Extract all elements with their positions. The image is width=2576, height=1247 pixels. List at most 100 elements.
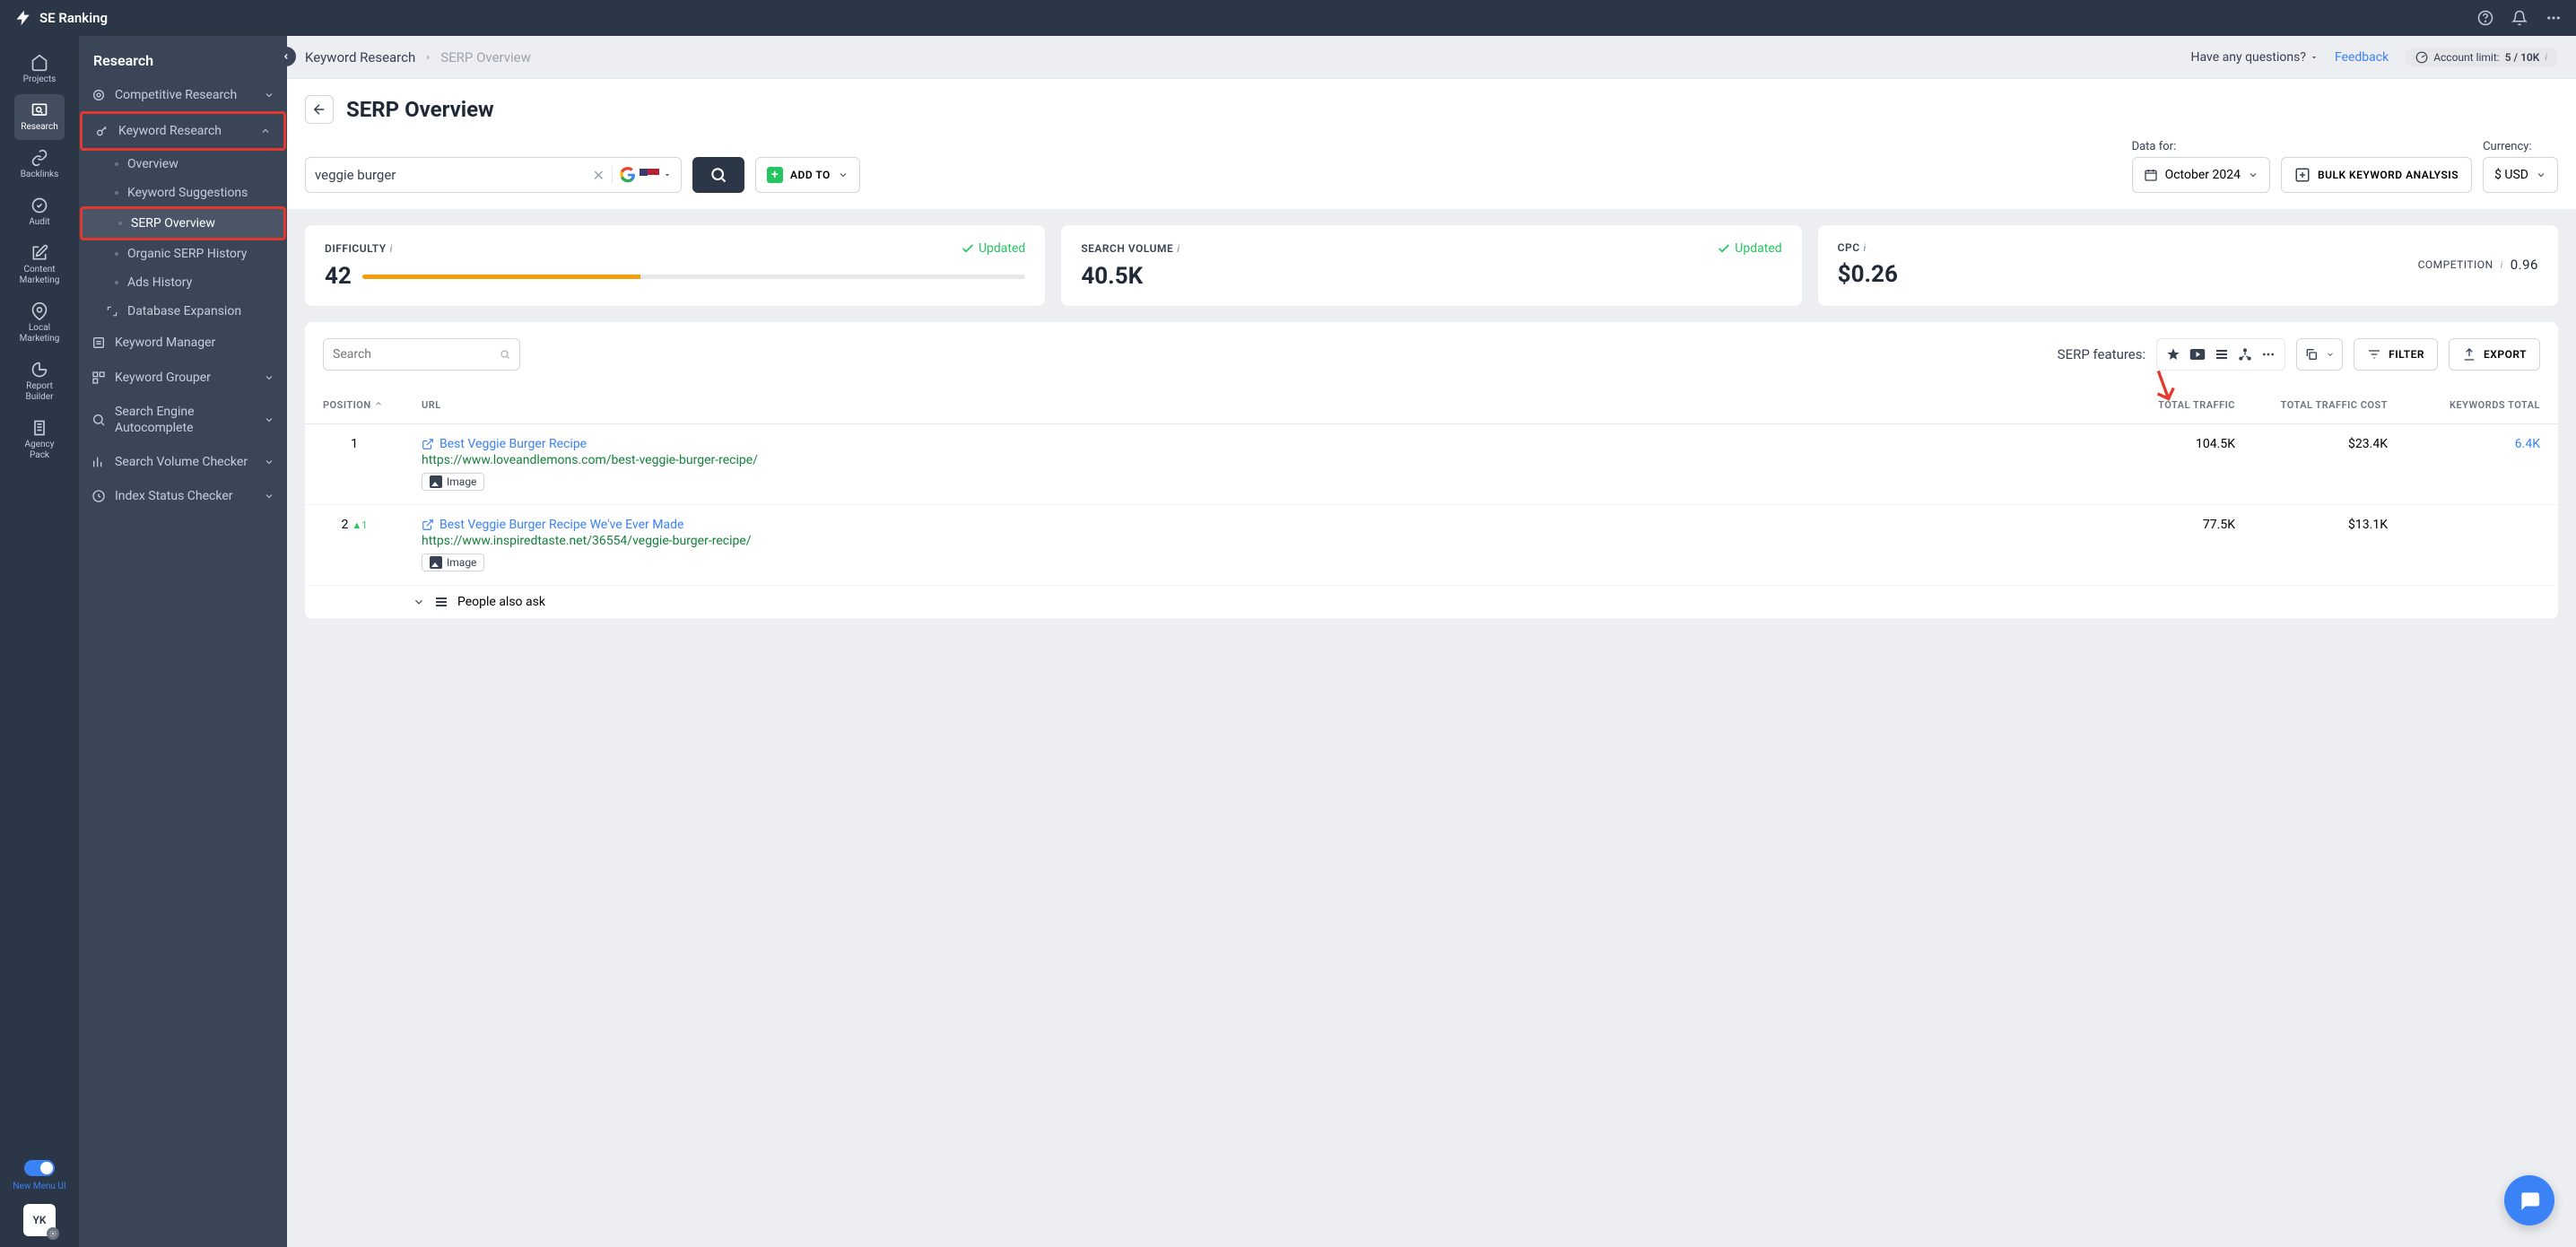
export-button[interactable]: EXPORT <box>2449 338 2540 371</box>
serp-features-label: SERP features: <box>2058 346 2145 362</box>
nav-overview[interactable]: Overview <box>79 150 287 179</box>
back-button[interactable] <box>305 95 334 124</box>
copy-button[interactable] <box>2296 338 2343 371</box>
dot-icon <box>115 191 118 195</box>
position-delta: ▲1 <box>352 519 367 531</box>
top-actions <box>2477 10 2562 26</box>
rail-content[interactable]: Content Marketing <box>14 237 65 293</box>
feedback-link[interactable]: Feedback <box>2335 50 2389 65</box>
rail-local[interactable]: Local Marketing <box>14 295 65 352</box>
nav-db-expansion[interactable]: Database Expansion <box>79 297 287 326</box>
nav-label: Search Volume Checker <box>115 454 255 470</box>
result-title[interactable]: Best Veggie Burger Recipe We've Ever Mad… <box>422 518 2101 532</box>
help-icon[interactable] <box>2477 10 2493 26</box>
col-position[interactable]: POSITION <box>305 387 404 424</box>
logo-icon <box>14 9 32 27</box>
traffic-cell: 77.5K <box>2119 505 2253 586</box>
info-icon[interactable]: i <box>1177 243 1179 255</box>
check-icon <box>1717 241 1731 256</box>
result-url[interactable]: https://www.loveandlemons.com/best-veggi… <box>422 453 2101 467</box>
nav-organic-history[interactable]: Organic SERP History <box>79 240 287 268</box>
info-icon[interactable]: i <box>390 243 393 255</box>
table-search-input[interactable] <box>333 347 492 362</box>
col-url[interactable]: URL <box>404 387 2119 424</box>
result-title[interactable]: Best Veggie Burger Recipe <box>422 437 2101 451</box>
more-icon[interactable] <box>2261 347 2276 362</box>
brand-logo[interactable]: SE Ranking <box>14 9 108 27</box>
info-icon[interactable]: i <box>1864 242 1867 254</box>
keyword-input[interactable] <box>315 167 586 183</box>
clear-icon[interactable]: ✕ <box>593 167 605 184</box>
col-traffic[interactable]: TOTAL TRAFFIC <box>2119 387 2253 424</box>
nav-label: Database Expansion <box>127 304 241 318</box>
header-actions: Have any questions? Feedback Account lim… <box>2191 48 2558 67</box>
account-limit-badge[interactable]: Account limit: 5 / 10K i <box>2405 48 2558 67</box>
rail-research[interactable]: Research <box>14 94 65 140</box>
more-icon[interactable] <box>2546 10 2562 26</box>
nav-keyword-manager[interactable]: Keyword Manager <box>79 326 287 360</box>
nav-competitive-research[interactable]: Competitive Research <box>79 78 287 112</box>
nav-suggestions[interactable]: Keyword Suggestions <box>79 179 287 207</box>
card-label: DIFFICULTY i <box>325 242 393 255</box>
search-button[interactable] <box>692 157 744 193</box>
limit-value: 5 / 10K <box>2505 51 2540 64</box>
traffic-cell: 104.5K <box>2119 424 2253 505</box>
collapse-sidebar-button[interactable] <box>276 47 296 66</box>
result-url[interactable]: https://www.inspiredtaste.net/36554/vegg… <box>422 534 2101 548</box>
chat-button[interactable] <box>2504 1175 2554 1225</box>
rail-agency[interactable]: Agency Pack <box>14 412 65 468</box>
keywords-link[interactable]: 6.4K <box>2515 437 2540 451</box>
bulk-analysis-button[interactable]: BULK KEYWORD ANALYSIS <box>2281 157 2472 193</box>
bar-icon <box>91 455 106 469</box>
col-keywords[interactable]: KEYWORDS TOTAL <box>2406 387 2558 424</box>
chart-icon <box>30 361 48 379</box>
rail-projects[interactable]: Projects <box>14 47 65 92</box>
nav-label: Keyword Research <box>118 123 251 139</box>
rail-audit[interactable]: Audit <box>14 189 65 235</box>
nav-keyword-grouper[interactable]: Keyword Grouper <box>79 361 287 395</box>
user-avatar[interactable]: YK <box>23 1204 56 1236</box>
dot-icon <box>115 281 118 284</box>
nav-label: Competitive Research <box>115 87 255 103</box>
search-engine-selector[interactable] <box>620 167 672 183</box>
nav-label: Overview <box>127 157 178 171</box>
questions-link[interactable]: Have any questions? <box>2191 50 2319 65</box>
col-cost[interactable]: TOTAL TRAFFIC COST <box>2253 387 2406 424</box>
sitelinks-icon[interactable] <box>2238 347 2252 362</box>
list-icon[interactable] <box>2215 347 2229 362</box>
rail-report[interactable]: Report Builder <box>14 353 65 410</box>
currency-selector[interactable]: $ USD <box>2483 157 2558 193</box>
new-ui-toggle[interactable]: New Menu UI <box>13 1160 65 1191</box>
expand-icon <box>106 305 118 318</box>
date-selector[interactable]: October 2024 <box>2132 157 2270 193</box>
rail-backlinks[interactable]: Backlinks <box>14 142 65 187</box>
filter-icon <box>2367 347 2381 362</box>
sidebar-title: Research <box>79 43 287 78</box>
nav-serp-overview[interactable]: SERP Overview <box>83 209 283 238</box>
breadcrumb-item[interactable]: Keyword Research <box>305 49 415 65</box>
chat-icon <box>2518 1189 2541 1212</box>
add-to-button[interactable]: + ADD TO <box>755 157 860 193</box>
search-icon <box>91 413 106 427</box>
nav-volume-checker[interactable]: Search Volume Checker <box>79 445 287 479</box>
difficulty-card: DIFFICULTY i Updated 42 <box>305 225 1045 306</box>
cost-cell: $13.1K <box>2253 505 2406 586</box>
bell-icon[interactable] <box>2511 10 2528 26</box>
nav-ads-history[interactable]: Ads History <box>79 268 287 297</box>
date-value: October 2024 <box>2165 168 2241 182</box>
caret-down-icon <box>2310 53 2319 62</box>
nav-keyword-research[interactable]: Keyword Research <box>83 114 283 148</box>
filter-button[interactable]: FILTER <box>2354 338 2438 371</box>
bulk-icon <box>2294 167 2311 183</box>
people-also-ask-row[interactable]: People also ask <box>305 586 2558 619</box>
star-icon[interactable] <box>2166 347 2180 362</box>
info-icon[interactable]: i <box>2501 259 2503 271</box>
nav-index-checker[interactable]: Index Status Checker <box>79 479 287 513</box>
url-cell: Best Veggie Burger Recipe We've Ever Mad… <box>404 505 2119 586</box>
toggle-switch[interactable] <box>24 1160 55 1176</box>
search-icon <box>709 166 727 184</box>
nav-autocomplete[interactable]: Search Engine Autocomplete <box>79 395 287 445</box>
video-icon[interactable] <box>2189 348 2206 361</box>
copy-icon <box>2304 347 2319 362</box>
info-icon: i <box>2545 51 2547 63</box>
